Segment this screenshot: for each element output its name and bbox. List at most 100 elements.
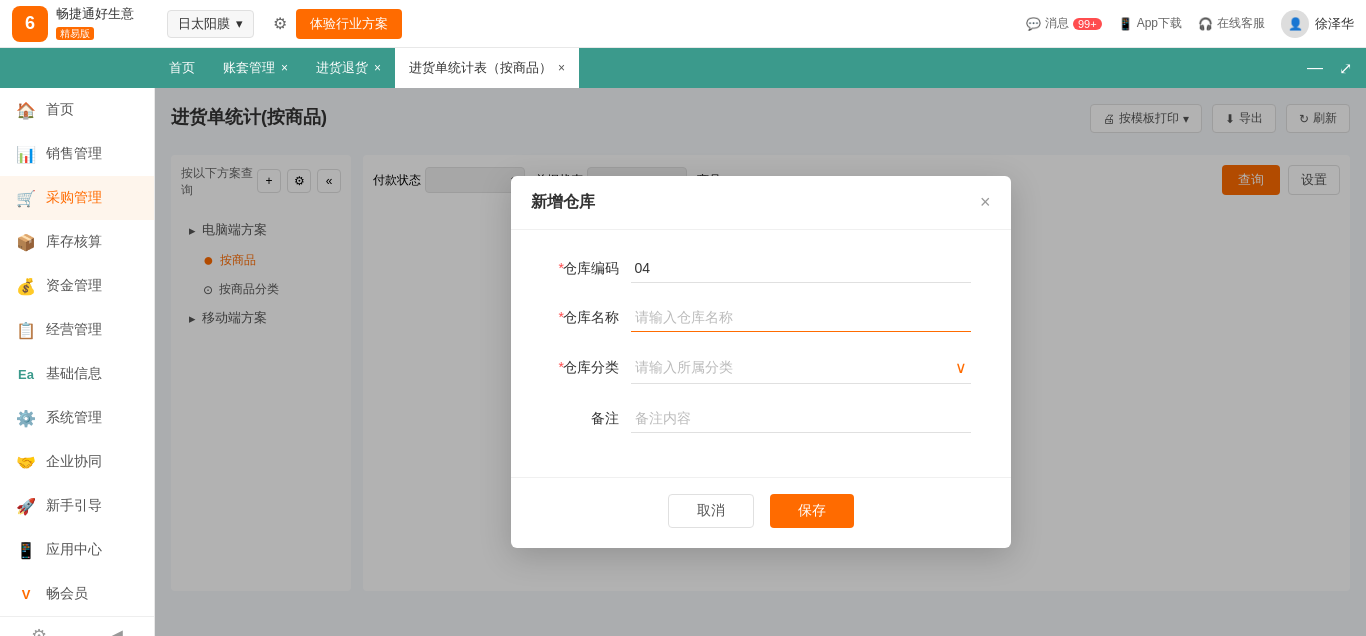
dialog-body: 仓库编码 仓库名称 bbox=[511, 230, 1011, 477]
message-badge: 99+ bbox=[1073, 18, 1102, 30]
online-service-label: 在线客服 bbox=[1217, 15, 1265, 32]
sidebar-item-operation[interactable]: 📋 经营管理 bbox=[0, 308, 154, 352]
tab-purchase-stats[interactable]: 进货单统计表（按商品） × bbox=[395, 48, 579, 88]
sidebar-item-inventory-label: 库存核算 bbox=[46, 233, 102, 251]
sidebar-settings-button[interactable]: ⚙ bbox=[31, 625, 47, 636]
name-label: 仓库名称 bbox=[551, 309, 631, 327]
form-row-remark: 备注 bbox=[551, 404, 971, 433]
dropdown-arrow-icon: ▾ bbox=[236, 16, 243, 31]
message-icon: 💬 bbox=[1026, 17, 1041, 31]
sidebar-item-system[interactable]: ⚙️ 系统管理 bbox=[0, 396, 154, 440]
try-industry-button[interactable]: 体验行业方案 bbox=[296, 9, 402, 39]
tab-purchase-stats-label: 进货单统计表（按商品） bbox=[409, 59, 552, 77]
app-name: 畅捷通好生意 bbox=[56, 6, 134, 23]
sidebar-item-inventory[interactable]: 📦 库存核算 bbox=[0, 220, 154, 264]
tab-bar: 首页 账套管理 × 进货退货 × 进货单统计表（按商品） × — ⤢ bbox=[0, 48, 1366, 88]
tab-accounts-label: 账套管理 bbox=[223, 59, 275, 77]
code-label: 仓库编码 bbox=[551, 260, 631, 278]
form-row-name: 仓库名称 bbox=[551, 303, 971, 332]
basic-info-icon: Ea bbox=[16, 364, 36, 384]
tab-purchase-stats-close[interactable]: × bbox=[558, 61, 565, 75]
enterprise-icon: 🤝 bbox=[16, 452, 36, 472]
sidebar-item-purchase[interactable]: 🛒 采购管理 bbox=[0, 176, 154, 220]
store-selector[interactable]: 日太阳膜 ▾ bbox=[167, 10, 254, 38]
operation-icon: 📋 bbox=[16, 320, 36, 340]
modal-overlay: 新增仓库 × 仓库编码 bbox=[155, 88, 1366, 636]
category-select[interactable]: 请输入所属分类 ∨ bbox=[631, 352, 971, 384]
username-label: 徐泽华 bbox=[1315, 15, 1354, 33]
tab-purchase-return-label: 进货退货 bbox=[316, 59, 368, 77]
category-label: 仓库分类 bbox=[551, 359, 631, 377]
remark-field-control bbox=[631, 404, 971, 433]
inventory-icon: 📦 bbox=[16, 232, 36, 252]
sidebar-item-operation-label: 经营管理 bbox=[46, 321, 102, 339]
sidebar-item-enterprise[interactable]: 🤝 企业协同 bbox=[0, 440, 154, 484]
mobile-icon: 📱 bbox=[1118, 17, 1133, 31]
logo-area: 6 畅捷通好生意 精易版 bbox=[12, 6, 167, 42]
sidebar-bottom: ⚙ ◀ bbox=[0, 616, 154, 636]
add-warehouse-dialog: 新增仓库 × 仓库编码 bbox=[511, 176, 1011, 548]
tab-home-label: 首页 bbox=[169, 59, 195, 77]
sales-icon: 📊 bbox=[16, 144, 36, 164]
vip-icon: V bbox=[16, 584, 36, 604]
form-row-category: 仓库分类 请输入所属分类 ∨ bbox=[551, 352, 971, 384]
remark-label: 备注 bbox=[551, 410, 631, 428]
sidebar-item-basic-info-label: 基础信息 bbox=[46, 365, 102, 383]
sidebar-item-apps-label: 应用中心 bbox=[46, 541, 102, 559]
dialog-close-button[interactable]: × bbox=[980, 192, 991, 213]
sidebar-item-vip-label: 畅会员 bbox=[46, 585, 88, 603]
category-dropdown-icon: ∨ bbox=[955, 358, 967, 377]
sidebar-item-guide[interactable]: 🚀 新手引导 bbox=[0, 484, 154, 528]
tab-maximize-button[interactable]: ⤢ bbox=[1333, 55, 1358, 82]
headset-icon: 🎧 bbox=[1198, 17, 1213, 31]
guide-icon: 🚀 bbox=[16, 496, 36, 516]
tab-bar-actions: — ⤢ bbox=[1301, 55, 1366, 82]
app-badge: 精易版 bbox=[56, 27, 94, 40]
sidebar-item-finance[interactable]: 💰 资金管理 bbox=[0, 264, 154, 308]
app-logo-icon: 6 bbox=[12, 6, 48, 42]
tab-home[interactable]: 首页 bbox=[155, 48, 209, 88]
dialog-header: 新增仓库 × bbox=[511, 176, 1011, 230]
form-row-code: 仓库编码 bbox=[551, 254, 971, 283]
sidebar-item-system-label: 系统管理 bbox=[46, 409, 102, 427]
dialog-footer: 取消 保存 bbox=[511, 477, 1011, 548]
app-download-label: App下载 bbox=[1137, 15, 1182, 32]
tab-accounts-close[interactable]: × bbox=[281, 61, 288, 75]
sidebar-collapse-button[interactable]: ◀ bbox=[109, 625, 123, 636]
online-service-button[interactable]: 🎧 在线客服 bbox=[1198, 15, 1265, 32]
tab-minimize-button[interactable]: — bbox=[1301, 55, 1329, 81]
app-download-button[interactable]: 📱 App下载 bbox=[1118, 15, 1182, 32]
sidebar-item-sales-label: 销售管理 bbox=[46, 145, 102, 163]
tab-accounts[interactable]: 账套管理 × bbox=[209, 48, 302, 88]
sidebar-item-home[interactable]: 🏠 首页 bbox=[0, 88, 154, 132]
remark-input[interactable] bbox=[631, 404, 971, 433]
home-icon: 🏠 bbox=[16, 100, 36, 120]
message-label: 消息 bbox=[1045, 15, 1069, 32]
dialog-title: 新增仓库 bbox=[531, 192, 595, 213]
main-layout: 🏠 首页 📊 销售管理 🛒 采购管理 📦 库存核算 💰 资金管理 📋 经营管理 … bbox=[0, 88, 1366, 636]
sidebar-item-vip[interactable]: V 畅会员 bbox=[0, 572, 154, 616]
purchase-icon: 🛒 bbox=[16, 188, 36, 208]
sidebar-item-basic-info[interactable]: Ea 基础信息 bbox=[0, 352, 154, 396]
user-avatar: 👤 bbox=[1281, 10, 1309, 38]
cancel-button[interactable]: 取消 bbox=[668, 494, 754, 528]
save-button[interactable]: 保存 bbox=[770, 494, 854, 528]
code-input[interactable] bbox=[631, 254, 971, 283]
settings-button[interactable]: ⚙ bbox=[264, 8, 296, 40]
sidebar-item-sales[interactable]: 📊 销售管理 bbox=[0, 132, 154, 176]
sidebar-item-apps[interactable]: 📱 应用中心 bbox=[0, 528, 154, 572]
system-icon: ⚙️ bbox=[16, 408, 36, 428]
nav-icons-area: 💬 消息 99+ 📱 App下载 🎧 在线客服 👤 徐泽华 bbox=[1026, 10, 1354, 38]
sidebar-item-guide-label: 新手引导 bbox=[46, 497, 102, 515]
top-navigation: 6 畅捷通好生意 精易版 日太阳膜 ▾ ⚙ 体验行业方案 💬 消息 99+ 📱 … bbox=[0, 0, 1366, 48]
sidebar-item-home-label: 首页 bbox=[46, 101, 74, 119]
messages-button[interactable]: 💬 消息 99+ bbox=[1026, 15, 1102, 32]
category-field-control: 请输入所属分类 ∨ bbox=[631, 352, 971, 384]
tab-purchase-return-close[interactable]: × bbox=[374, 61, 381, 75]
tab-purchase-return[interactable]: 进货退货 × bbox=[302, 48, 395, 88]
name-input[interactable] bbox=[631, 303, 971, 332]
name-field-control bbox=[631, 303, 971, 332]
user-info-area[interactable]: 👤 徐泽华 bbox=[1281, 10, 1354, 38]
category-placeholder: 请输入所属分类 bbox=[635, 359, 733, 377]
sidebar: 🏠 首页 📊 销售管理 🛒 采购管理 📦 库存核算 💰 资金管理 📋 经营管理 … bbox=[0, 88, 155, 636]
